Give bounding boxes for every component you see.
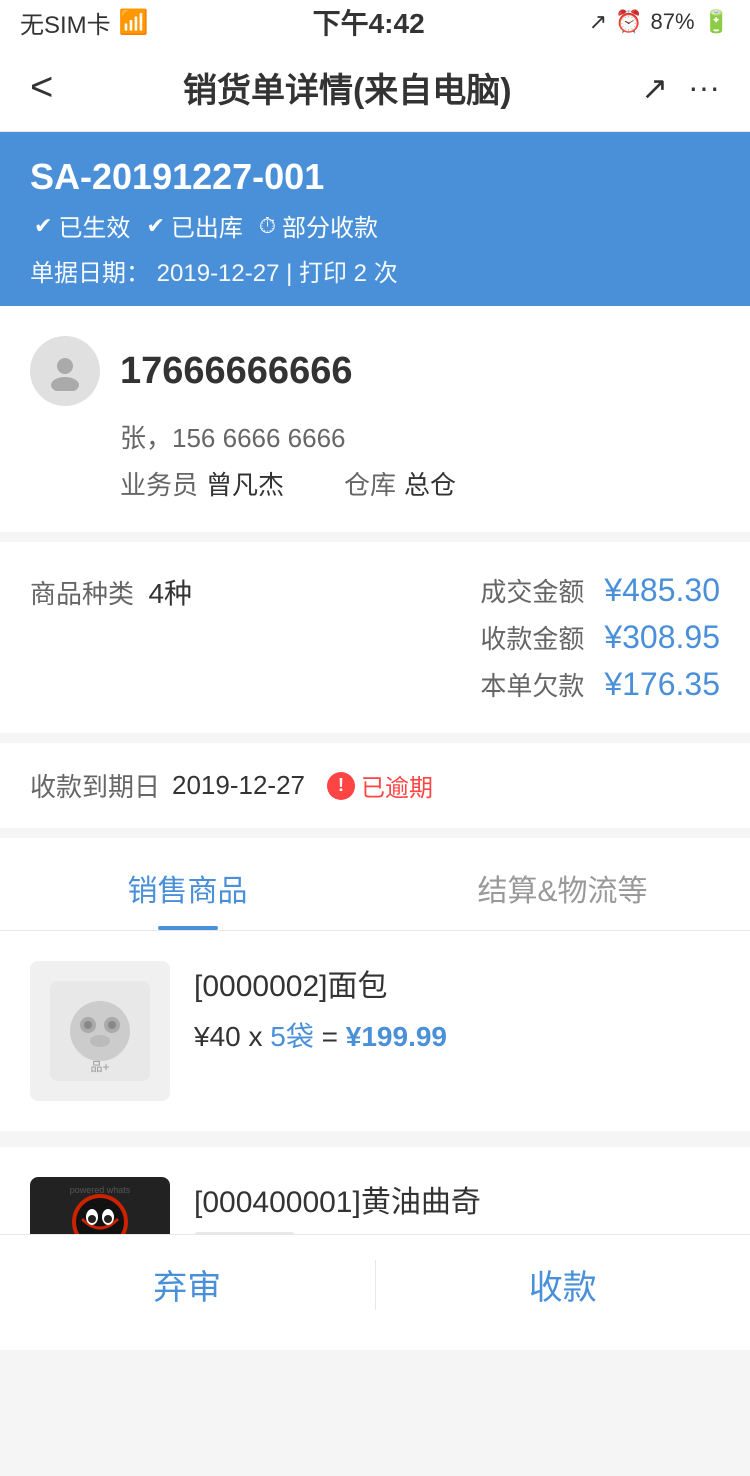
product-info-1: [0000002]面包 ¥40 x 5袋 = ¥199.99 (194, 961, 720, 1055)
customer-section: 17666666666 张，156 6666 6666 业务员 曾凡杰 仓库 总… (0, 306, 750, 532)
customer-name: 17666666666 (120, 350, 352, 393)
owed-label: 本单欠款 (480, 666, 584, 703)
product-type-label: 商品种类 (30, 579, 134, 609)
svg-text:品+: 品+ (90, 1060, 109, 1074)
owed-amount-row: 本单欠款 ¥176.35 (480, 666, 720, 703)
warehouse: 仓库 总仓 (344, 465, 456, 502)
product-price-row-1: ¥40 x 5袋 = ¥199.99 (194, 1015, 720, 1055)
badge-effective-label: 已生效 (58, 208, 130, 243)
share-icon[interactable]: ↗ (641, 69, 668, 107)
status-bar-left: 无SIM卡 📶 (20, 5, 149, 40)
cancel-review-button[interactable]: 弃审 (0, 1235, 375, 1334)
badge-partial: ⏱ 部分收款 (259, 208, 378, 243)
date-label: 单据日期： (30, 260, 150, 287)
overdue-badge: ! 已逾期 (327, 768, 433, 803)
product-type-value: 4种 (148, 578, 192, 609)
status-bar-right: ↗ ⏰ 87% 🔋 (589, 9, 730, 35)
print-info: | 打印 2 次 (286, 260, 398, 287)
customer-contact: 张，156 6666 6666 (120, 418, 720, 455)
product-type-stat: 商品种类 4种 (30, 572, 192, 612)
order-date-row: 单据日期： 2019-12-27 | 打印 2 次 (30, 253, 720, 288)
stats-section: 商品种类 4种 成交金额 ¥485.30 收款金额 ¥308.95 本单欠款 ¥… (0, 542, 750, 733)
tabs-section: 销售商品 结算&物流等 (0, 838, 750, 931)
customer-meta: 业务员 曾凡杰 仓库 总仓 (120, 465, 720, 502)
overdue-text: 已逾期 (361, 768, 433, 803)
badge-shipped: ✔ 已出库 (146, 208, 242, 243)
product-name-1: [0000002]面包 (194, 961, 720, 1005)
customer-top: 17666666666 (30, 336, 720, 406)
order-id: SA-20191227-001 (30, 156, 324, 198)
product-item: 品+ [0000002]面包 ¥40 x 5袋 = ¥199.99 (0, 931, 750, 1131)
order-badges: ✔ 已生效 ✔ 已出库 ⏱ 部分收款 (34, 208, 720, 243)
deal-amount-row: 成交金额 ¥485.30 (480, 572, 720, 609)
badge-partial-label: 部分收款 (282, 208, 378, 243)
product-price-1: ¥40 x (194, 1021, 270, 1052)
product-equals-1: = (314, 1021, 346, 1052)
alarm-icon: ⏰ (615, 9, 642, 35)
wifi-icon: 📶 (119, 8, 149, 37)
avatar (30, 336, 100, 406)
svg-text:powered whats: powered whats (70, 1185, 131, 1195)
clock-icon: ⏱ (259, 213, 276, 239)
back-button[interactable]: < (30, 65, 53, 110)
order-header: SA-20191227-001 ✔ 已生效 ✔ 已出库 ⏱ 部分收款 单据日期：… (0, 132, 750, 306)
location-icon: ↗ (589, 9, 607, 35)
bottom-bar: 弃审 收款 (0, 1234, 750, 1334)
nav-bar: < 销货单详情(来自电脑) ↗ ··· (0, 44, 750, 132)
product-name-2: [000400001]黄油曲奇 (194, 1177, 720, 1221)
due-label: 收款到期日 (30, 767, 160, 804)
owed-value: ¥176.35 (604, 666, 720, 703)
battery-icon: 🔋 (703, 9, 730, 35)
tabs-row: 销售商品 结算&物流等 (0, 838, 750, 930)
more-icon[interactable]: ··· (688, 69, 720, 106)
battery-status: 87% (651, 9, 695, 35)
product-qty-1: 5袋 (270, 1021, 314, 1052)
sales-label: 业务员 (120, 465, 198, 502)
badge-effective: ✔ 已生效 (34, 208, 130, 243)
check-icon-1: ✔ (34, 213, 52, 239)
tab-settlement-label: 结算&物流等 (477, 875, 647, 908)
overdue-icon: ! (327, 772, 355, 800)
status-bar-time: 下午4:42 (313, 2, 425, 42)
collect-payment-button[interactable]: 收款 (376, 1235, 750, 1334)
deal-label: 成交金额 (480, 572, 584, 609)
due-date-section: 收款到期日 2019-12-27 ! 已逾期 (0, 743, 750, 828)
collected-label: 收款金额 (480, 619, 584, 656)
product-thumbnail-1: 品+ (30, 961, 170, 1101)
product-total-1: ¥199.99 (346, 1021, 447, 1052)
page-title: 销货单详情(来自电脑) (183, 63, 512, 112)
sales-value: 曾凡杰 (206, 465, 284, 502)
nav-actions: ↗ ··· (641, 69, 720, 107)
status-bar: 无SIM卡 📶 下午4:42 ↗ ⏰ 87% 🔋 (0, 0, 750, 44)
tab-settlement[interactable]: 结算&物流等 (375, 838, 750, 930)
warehouse-label: 仓库 (344, 465, 396, 502)
due-date-value: 2019-12-27 (172, 770, 305, 801)
collected-amount-row: 收款金额 ¥308.95 (480, 619, 720, 656)
deal-value: ¥485.30 (604, 572, 720, 609)
warehouse-value: 总仓 (404, 465, 456, 502)
collected-value: ¥308.95 (604, 619, 720, 656)
date-value: 2019-12-27 (157, 260, 280, 287)
badge-shipped-label: 已出库 (171, 208, 243, 243)
check-icon-2: ✔ (146, 213, 164, 239)
sales-person: 业务员 曾凡杰 (120, 465, 284, 502)
tab-sales-products[interactable]: 销售商品 (0, 838, 375, 930)
sim-status: 无SIM卡 (20, 5, 111, 40)
tab-sales-label: 销售商品 (128, 875, 248, 908)
amount-stats: 成交金额 ¥485.30 收款金额 ¥308.95 本单欠款 ¥176.35 (480, 572, 720, 703)
